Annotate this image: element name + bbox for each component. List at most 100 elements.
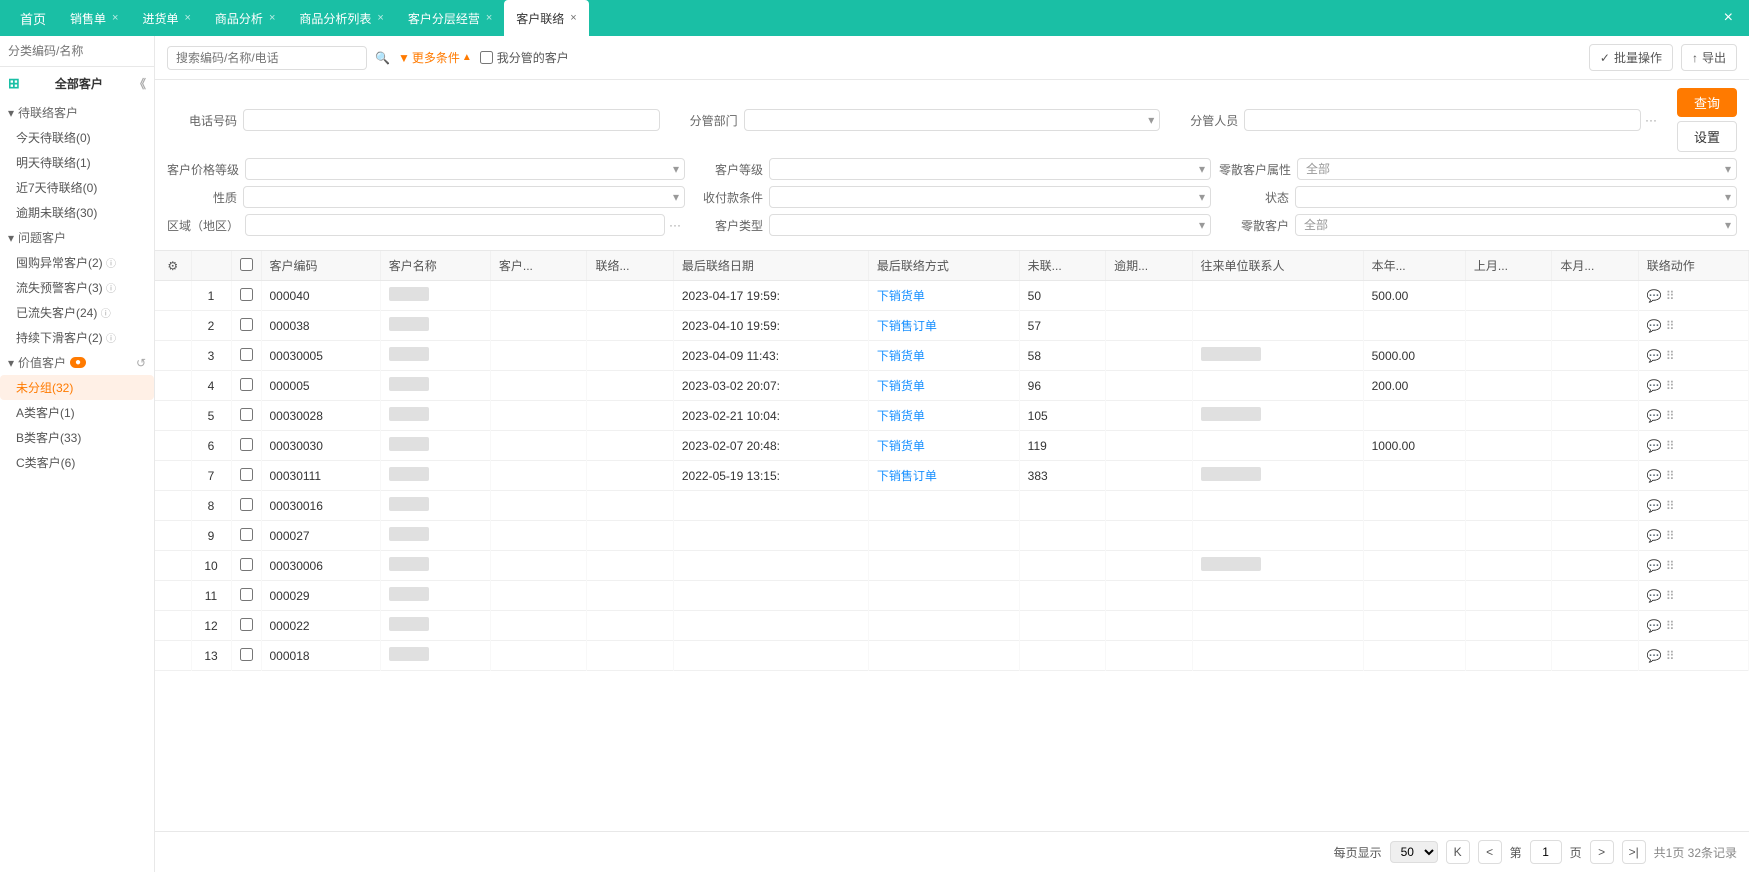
col-checkbox[interactable] [231, 251, 261, 281]
more-conditions-btn[interactable]: ▼ 更多条件 ▲ [398, 49, 472, 66]
method-link[interactable]: 下销货单 [877, 379, 925, 393]
row-checkbox[interactable] [240, 648, 253, 661]
window-close-btn[interactable]: × [1716, 9, 1741, 27]
row-checkbox[interactable] [240, 468, 253, 481]
my-customers-check[interactable] [480, 51, 493, 64]
sidebar-item-today[interactable]: 今天待联络(0) [0, 125, 154, 150]
area-input[interactable] [245, 214, 665, 236]
person-more-icon[interactable]: ··· [1641, 113, 1661, 127]
sidebar-item-type-c[interactable]: C类客户(6) [0, 450, 154, 475]
sidebar-item-ungrouped[interactable]: 未分组(32) [0, 375, 154, 400]
method-link[interactable]: 下销货单 [877, 409, 925, 423]
row-checkbox[interactable] [240, 408, 253, 421]
price-level-wrap[interactable]: ▾ [245, 158, 685, 180]
retail-customer-wrap[interactable]: 全部 ▾ [1295, 214, 1737, 236]
close-tab-purchase[interactable]: × [184, 12, 190, 24]
customer-type-wrap[interactable]: ▾ [769, 214, 1211, 236]
row-checkbox[interactable] [240, 378, 253, 391]
close-tab-analysis[interactable]: × [269, 12, 275, 24]
row-checkbox[interactable] [240, 498, 253, 511]
prev-page-btn[interactable]: < [1478, 840, 1502, 864]
method-link[interactable]: 下销售订单 [877, 469, 937, 483]
contact-icon[interactable]: 💬 [1647, 319, 1662, 333]
sidebar-item-type-a[interactable]: A类客户(1) [0, 400, 154, 425]
row-checkbox[interactable] [240, 528, 253, 541]
phone-input[interactable] [243, 109, 660, 131]
more-action-icon[interactable]: ⠿ [1666, 439, 1675, 453]
method-link[interactable]: 下销货单 [877, 349, 925, 363]
contact-icon[interactable]: 💬 [1647, 289, 1662, 303]
sidebar-item-churned[interactable]: 已流失客户(24) ⓘ [0, 300, 154, 325]
close-tab-sales[interactable]: × [112, 12, 118, 24]
col-settings[interactable]: ⚙ [155, 251, 191, 281]
nav-home[interactable]: 首页 [8, 0, 58, 36]
more-action-icon[interactable]: ⠿ [1666, 559, 1675, 573]
sidebar-all-customers[interactable]: ⊞ 全部客户 《 [0, 67, 154, 100]
method-link[interactable]: 下销货单 [877, 289, 925, 303]
more-action-icon[interactable]: ⠿ [1666, 469, 1675, 483]
row-checkbox[interactable] [240, 288, 253, 301]
nav-tab-analysis[interactable]: 商品分析 × [203, 0, 287, 36]
nav-tab-sales[interactable]: 销售单 × [58, 0, 130, 36]
customer-type-select[interactable] [769, 214, 1211, 236]
sidebar-item-tomorrow[interactable]: 明天待联络(1) [0, 150, 154, 175]
close-tab-customer-contact[interactable]: × [570, 12, 576, 24]
contact-icon[interactable]: 💬 [1647, 559, 1662, 573]
dept-select-wrap[interactable]: ▾ [744, 109, 1161, 131]
row-checkbox-cell[interactable] [231, 341, 261, 371]
select-all-checkbox[interactable] [240, 258, 253, 271]
contact-icon[interactable]: 💬 [1647, 619, 1662, 633]
row-checkbox-cell[interactable] [231, 641, 261, 671]
contact-icon[interactable]: 💬 [1647, 469, 1662, 483]
nav-tab-customer-seg[interactable]: 客户分层经营 × [396, 0, 504, 36]
page-number-input[interactable] [1530, 840, 1562, 864]
per-page-select[interactable]: 50 [1390, 841, 1438, 863]
row-checkbox-cell[interactable] [231, 311, 261, 341]
contact-icon[interactable]: 💬 [1647, 349, 1662, 363]
row-checkbox[interactable] [240, 348, 253, 361]
nature-wrap[interactable]: ▾ [243, 186, 685, 208]
row-checkbox-cell[interactable] [231, 461, 261, 491]
sidebar-item-type-b[interactable]: B类客户(33) [0, 425, 154, 450]
row-checkbox-cell[interactable] [231, 611, 261, 641]
row-checkbox[interactable] [240, 438, 253, 451]
contact-icon[interactable]: 💬 [1647, 649, 1662, 663]
first-page-btn[interactable]: K [1446, 840, 1470, 864]
contact-icon[interactable]: 💬 [1647, 409, 1662, 423]
customer-level-select[interactable] [769, 158, 1211, 180]
more-action-icon[interactable]: ⠿ [1666, 619, 1675, 633]
row-checkbox-cell[interactable] [231, 371, 261, 401]
more-action-icon[interactable]: ⠿ [1666, 499, 1675, 513]
sidebar-item-declining[interactable]: 持续下滑客户(2) ⓘ [0, 325, 154, 350]
payment-select[interactable] [769, 186, 1211, 208]
contact-icon[interactable]: 💬 [1647, 529, 1662, 543]
contact-icon[interactable]: 💬 [1647, 499, 1662, 513]
nav-tab-analysis-list[interactable]: 商品分析列表 × [287, 0, 395, 36]
close-tab-analysis-list[interactable]: × [377, 12, 383, 24]
sidebar-section-problem[interactable]: ▾ 问题客户 [0, 225, 154, 250]
person-select-wrap[interactable] [1244, 109, 1641, 131]
refresh-icon[interactable]: ↺ [136, 356, 146, 370]
query-btn[interactable]: 查询 [1677, 88, 1737, 117]
reset-btn[interactable]: 设置 [1677, 121, 1737, 152]
row-checkbox-cell[interactable] [231, 431, 261, 461]
row-checkbox[interactable] [240, 618, 253, 631]
row-checkbox[interactable] [240, 558, 253, 571]
contact-icon[interactable]: 💬 [1647, 439, 1662, 453]
collapse-icon[interactable]: 《 [134, 75, 146, 92]
row-checkbox-cell[interactable] [231, 551, 261, 581]
sidebar-search-input[interactable] [8, 44, 155, 58]
contact-icon[interactable]: 💬 [1647, 379, 1662, 393]
more-action-icon[interactable]: ⠿ [1666, 319, 1675, 333]
sidebar-section-value[interactable]: ▾ 价值客户 ● ↺ [0, 350, 154, 375]
more-action-icon[interactable]: ⠿ [1666, 409, 1675, 423]
close-tab-customer-seg[interactable]: × [486, 12, 492, 24]
more-action-icon[interactable]: ⠿ [1666, 289, 1675, 303]
method-link[interactable]: 下销货单 [877, 439, 925, 453]
batch-ops-btn[interactable]: ✓ 批量操作 [1589, 44, 1673, 71]
nature-select[interactable] [243, 186, 685, 208]
search-input[interactable] [167, 46, 367, 70]
last-page-btn[interactable]: >| [1622, 840, 1646, 864]
method-link[interactable]: 下销售订单 [877, 319, 937, 333]
person-input[interactable] [1244, 109, 1641, 131]
